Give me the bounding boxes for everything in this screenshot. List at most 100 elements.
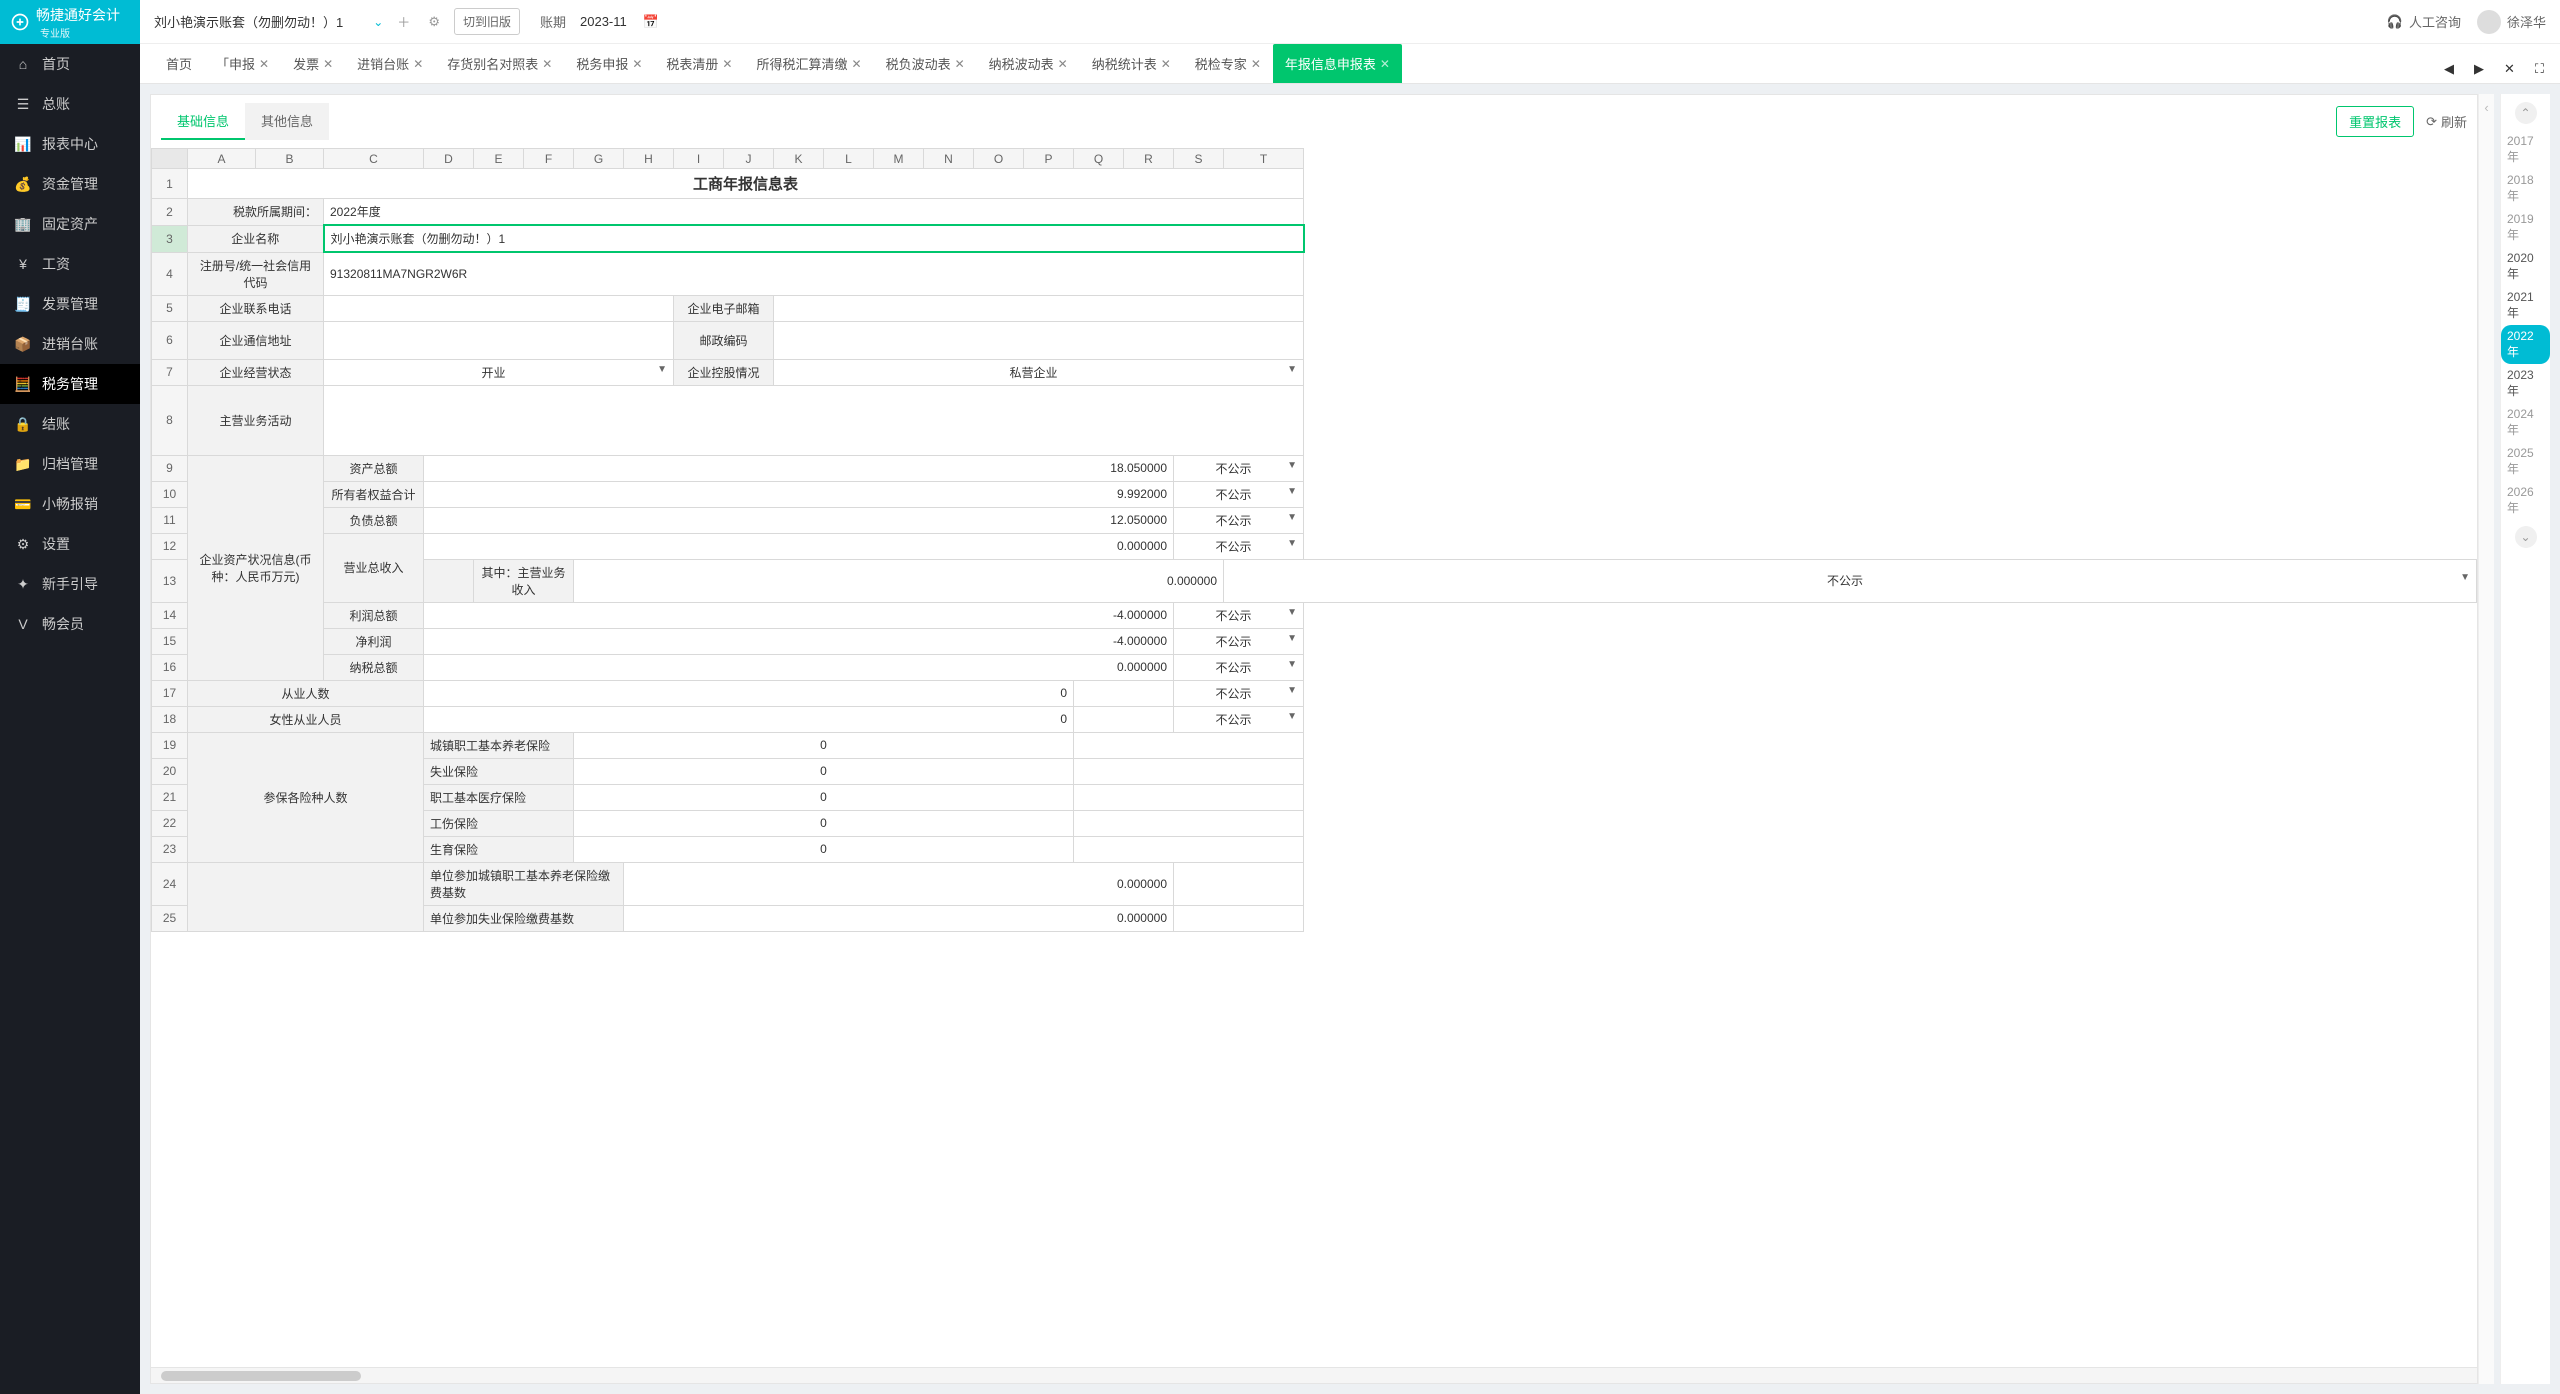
tab-5[interactable]: 税务申报✕ [564,44,654,83]
col-header-E[interactable]: E [474,149,524,169]
tab-10[interactable]: 纳税统计表✕ [1080,44,1183,83]
tab-close-icon[interactable]: ✕ [955,57,965,71]
row-header-13[interactable]: 13 [152,559,188,602]
sidebar-item-invoice[interactable]: 🧾发票管理 [0,284,140,324]
tab-close-icon[interactable]: ✕ [1251,57,1261,71]
col-header-G[interactable]: G [574,149,624,169]
phone-input[interactable] [324,295,674,321]
tab-7[interactable]: 所得税汇算清缴✕ [744,44,873,83]
account-dropdown-icon[interactable]: ⌄ [373,15,383,29]
reset-report-button[interactable]: 重置报表 [2336,106,2414,137]
row-header-24[interactable]: 24 [152,862,188,905]
tab-close-icon[interactable]: ✕ [323,57,333,71]
sub-tab-0[interactable]: 基础信息 [161,103,245,140]
period-value[interactable]: 2023-11 [580,14,627,29]
tab-2[interactable]: 发票✕ [281,44,345,83]
col-header-A[interactable]: A [188,149,256,169]
disclose-select-15[interactable]: 不公示▼ [1174,628,1304,654]
tab-8[interactable]: 税负波动表✕ [874,44,977,83]
sidebar-item-reports[interactable]: 📊报表中心 [0,124,140,164]
fullscreen-icon[interactable]: ⛶ [2529,55,2550,83]
row-header-9[interactable]: 9 [152,455,188,481]
row-header-3[interactable]: 3 [152,225,188,252]
col-header-N[interactable]: N [924,149,974,169]
main-biz-input[interactable] [324,385,1304,455]
sidebar-item-member[interactable]: V畅会员 [0,604,140,644]
disclose-select-10[interactable]: 不公示▼ [1174,481,1304,507]
user-menu[interactable]: 徐泽华 [2477,10,2546,34]
spreadsheet[interactable]: ABCDEFGHIJKLMNOPQRST 1工商年报信息表2税款所属期间：202… [151,148,2477,1367]
row-header-1[interactable]: 1 [152,169,188,199]
year-scroll-down-icon[interactable]: ⌄ [2515,526,2537,548]
tab-9[interactable]: 纳税波动表✕ [977,44,1080,83]
postcode-input[interactable] [774,321,1304,359]
tab-close-icon[interactable]: ✕ [542,57,552,71]
tab-3[interactable]: 进销台账✕ [345,44,435,83]
sidebar-item-tax[interactable]: 🧮税务管理 [0,364,140,404]
tab-prev-icon[interactable]: ◀ [2438,55,2460,83]
tab-close-icon[interactable]: ✕ [1161,57,1171,71]
col-header-O[interactable]: O [974,149,1024,169]
row-header-20[interactable]: 20 [152,758,188,784]
female-employee-input[interactable]: 0 [424,706,1074,732]
row-header-4[interactable]: 4 [152,252,188,295]
disclose-select-11[interactable]: 不公示▼ [1174,507,1304,533]
col-header-T[interactable]: T [1224,149,1304,169]
sidebar-item-purchase[interactable]: 📦进销台账 [0,324,140,364]
year-item-2021年[interactable]: 2021年 [2501,286,2550,325]
col-header-I[interactable]: I [674,149,724,169]
sidebar-item-close-period[interactable]: 🔒结账 [0,404,140,444]
row-header-15[interactable]: 15 [152,628,188,654]
row-header-10[interactable]: 10 [152,481,188,507]
fin-value-13[interactable]: 0.000000 [574,559,1224,602]
sidebar-item-archive[interactable]: 📁归档管理 [0,444,140,484]
disclose-select-18[interactable]: 不公示▼ [1174,706,1304,732]
col-header-H[interactable]: H [624,149,674,169]
reg-no-input[interactable]: 91320811MA7NGR2W6R [324,252,1304,295]
row-header-18[interactable]: 18 [152,706,188,732]
sidebar-item-settings[interactable]: ⚙设置 [0,524,140,564]
row-header-2[interactable]: 2 [152,199,188,226]
employee-input[interactable]: 0 [424,680,1074,706]
row-header-25[interactable]: 25 [152,905,188,931]
account-settings-icon[interactable]: ⚙ [424,10,444,34]
disclose-select-14[interactable]: 不公示▼ [1174,602,1304,628]
tab-next-icon[interactable]: ▶ [2468,55,2490,83]
consult-link[interactable]: 🎧 人工咨询 [2387,12,2461,31]
disclose-select-16[interactable]: 不公示▼ [1174,654,1304,680]
horizontal-scrollbar[interactable] [151,1367,2477,1383]
sidebar-item-home[interactable]: ⌂首页 [0,44,140,84]
refresh-button[interactable]: ⟳ 刷新 [2426,112,2467,131]
tab-close-icon[interactable]: ✕ [722,57,732,71]
fin-value-10[interactable]: 9.992000 [424,481,1174,507]
ins-value-21[interactable]: 0 [574,784,1074,810]
calendar-icon[interactable]: 📅 [643,14,659,30]
tab-close-icon[interactable]: ✕ [852,57,862,71]
col-header-J[interactable]: J [724,149,774,169]
col-header-L[interactable]: L [824,149,874,169]
tab-12[interactable]: 年报信息申报表✕ [1273,44,1402,83]
holding-select[interactable]: 私营企业▼ [774,359,1304,385]
period-value-cell[interactable]: 2022年度 [324,199,1304,226]
disclose-select-13[interactable]: 不公示▼ [1224,559,2477,602]
row-header-11[interactable]: 11 [152,507,188,533]
fin-value-11[interactable]: 12.050000 [424,507,1174,533]
sidebar-item-reimburse[interactable]: 💳小畅报销 [0,484,140,524]
col-header-F[interactable]: F [524,149,574,169]
row-header-12[interactable]: 12 [152,533,188,559]
year-item-2022年[interactable]: 2022年 [2501,325,2550,364]
tab-0[interactable]: 首页 [154,44,204,83]
fin-value-14[interactable]: -4.000000 [424,602,1174,628]
sub-tab-1[interactable]: 其他信息 [245,103,329,140]
tab-close-icon[interactable]: ✕ [632,57,642,71]
col-header-D[interactable]: D [424,149,474,169]
ins-value-19[interactable]: 0 [574,732,1074,758]
contrib-value-24[interactable]: 0.000000 [624,862,1174,905]
col-header-B[interactable]: B [256,149,324,169]
sidebar-item-asset[interactable]: 🏢固定资产 [0,204,140,244]
fin-value-15[interactable]: -4.000000 [424,628,1174,654]
company-name-input[interactable]: 刘小艳演示账套（勿删勿动！）1 [324,225,1304,252]
col-header-S[interactable]: S [1174,149,1224,169]
fin-value-12[interactable]: 0.000000 [424,533,1174,559]
row-header-5[interactable]: 5 [152,295,188,321]
